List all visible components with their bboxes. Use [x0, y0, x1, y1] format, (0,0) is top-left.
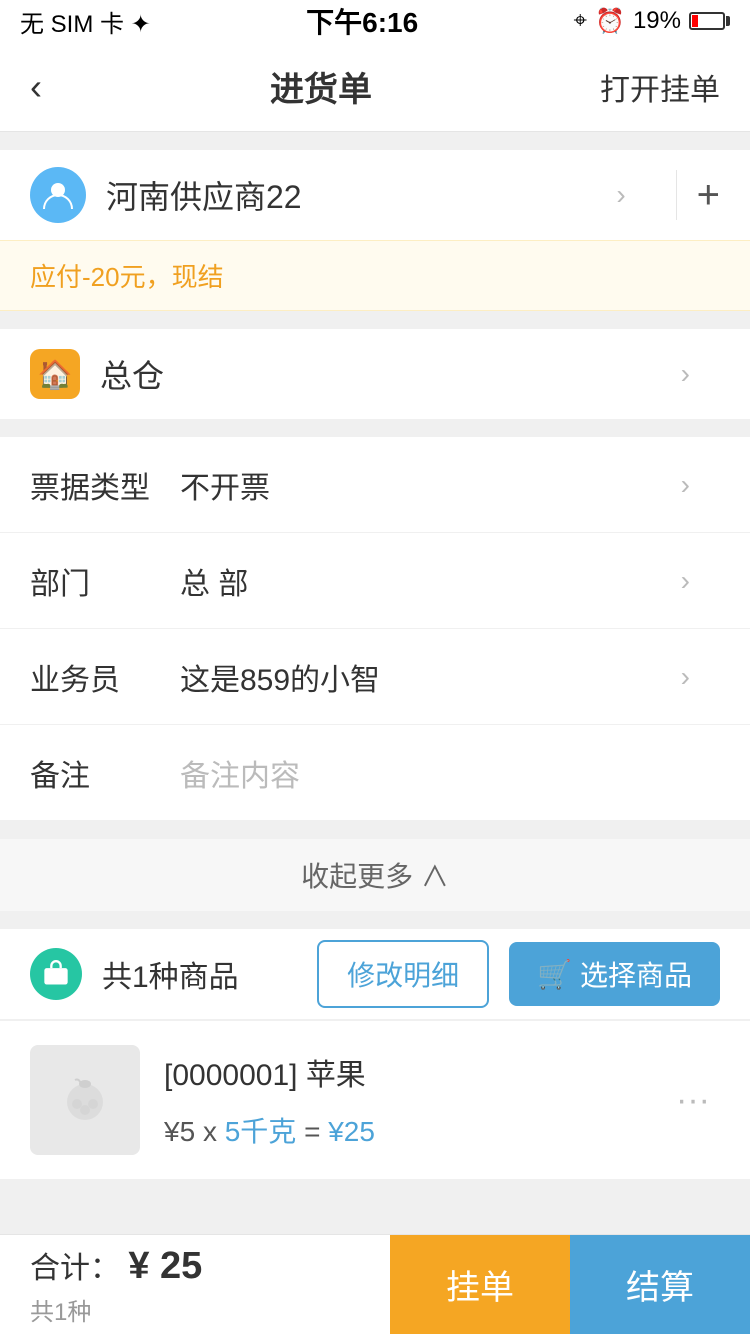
- status-bar: 无 SIM 卡 ✦ 下午6:16 ⌖ ⏰ 19%: [0, 0, 750, 42]
- total-amount: ¥ 25: [128, 1245, 202, 1287]
- hang-button[interactable]: 挂单: [390, 1235, 570, 1334]
- invoice-row[interactable]: 票据类型 不开票 ›: [0, 437, 750, 533]
- back-button[interactable]: ‹: [30, 66, 42, 108]
- battery-percent: 19%: [633, 7, 681, 35]
- sales-value: 这是859的小智: [170, 655, 681, 699]
- sales-row[interactable]: 业务员 这是859的小智 ›: [0, 629, 750, 725]
- product-name: [0000001] 苹果: [164, 1050, 666, 1094]
- dept-value: 总 部: [170, 559, 681, 603]
- supplier-tip: 应付-20元，现结: [0, 240, 750, 311]
- product-total: ¥25: [328, 1116, 375, 1147]
- main-content: 河南供应商22 › + 应付-20元，现结 🏠 总仓 › 票据类型 不开票 › …: [0, 150, 750, 1279]
- collapse-button[interactable]: 收起更多 ∧: [0, 839, 750, 911]
- invoice-label: 票据类型: [30, 463, 170, 507]
- product-title: 苹果: [306, 1059, 366, 1092]
- warehouse-name: 总仓: [100, 351, 681, 397]
- warehouse-icon: 🏠: [30, 349, 80, 399]
- remark-label: 备注: [30, 751, 170, 795]
- warehouse-chevron-icon: ›: [681, 358, 690, 390]
- invoice-value: 不开票: [170, 463, 681, 507]
- product-count-text: 共1种商品: [102, 952, 297, 996]
- product-thumbnail: [30, 1045, 140, 1155]
- remark-placeholder: 备注内容: [170, 751, 720, 795]
- checkout-button[interactable]: 结算: [570, 1235, 750, 1334]
- bottom-total: 合计： ¥ 25 共1种: [0, 1235, 390, 1334]
- product-qty: 5千克: [225, 1116, 297, 1147]
- product-price: ¥5: [164, 1116, 195, 1147]
- remark-row[interactable]: 备注 备注内容: [0, 725, 750, 821]
- sales-label: 业务员: [30, 655, 170, 699]
- product-price-line: ¥5 x 5千克 = ¥25: [164, 1110, 666, 1150]
- supplier-row[interactable]: 河南供应商22 › +: [0, 150, 750, 240]
- products-header: 共1种商品 修改明细 🛒 选择商品: [0, 929, 750, 1019]
- add-supplier-button[interactable]: +: [697, 173, 720, 218]
- total-sub: 共1种: [30, 1292, 360, 1327]
- dept-chevron-icon: ›: [681, 565, 690, 597]
- hang-label: 挂单: [446, 1260, 514, 1309]
- sales-chevron-icon: ›: [681, 661, 690, 693]
- product-multiply: x: [203, 1116, 225, 1147]
- product-equals: =: [304, 1116, 328, 1147]
- dept-label: 部门: [30, 559, 170, 603]
- cart-icon: 🛒: [537, 958, 572, 991]
- total-label: 合计：: [30, 1252, 120, 1285]
- supplier-section: 河南供应商22 › + 应付-20元，现结: [0, 150, 750, 311]
- collapse-label: 收起更多 ∧: [301, 855, 449, 895]
- total-main: 合计： ¥ 25: [30, 1243, 360, 1288]
- status-left: 无 SIM 卡 ✦: [20, 4, 151, 39]
- product-code: [0000001]: [164, 1059, 297, 1092]
- select-product-button[interactable]: 🛒 选择商品: [509, 942, 720, 1006]
- product-item: [0000001] 苹果 ¥5 x 5千克 = ¥25 ···: [0, 1021, 750, 1179]
- edit-detail-button[interactable]: 修改明细: [317, 940, 489, 1008]
- open-hang-button[interactable]: 打开挂单: [600, 65, 720, 109]
- status-time: 下午6:16: [306, 1, 418, 41]
- product-count-icon: [30, 948, 82, 1000]
- warehouse-row[interactable]: 🏠 总仓 ›: [0, 329, 750, 419]
- bottom-bar: 合计： ¥ 25 共1种 挂单 结算: [0, 1234, 750, 1334]
- product-info: [0000001] 苹果 ¥5 x 5千克 = ¥25: [164, 1050, 666, 1150]
- status-right: ⌖ ⏰ 19%: [574, 7, 730, 36]
- product-more-button[interactable]: ···: [666, 1071, 720, 1130]
- form-section: 票据类型 不开票 › 部门 总 部 › 业务员 这是859的小智 › 备注 备注…: [0, 437, 750, 821]
- select-product-label: 选择商品: [580, 954, 692, 994]
- sim-label: 无 SIM 卡 ✦: [20, 4, 151, 39]
- battery-icon: [689, 12, 730, 30]
- supplier-name: 河南供应商22: [106, 172, 616, 218]
- supplier-chevron-icon: ›: [616, 179, 625, 211]
- divider: [676, 170, 677, 220]
- supplier-avatar: [30, 167, 86, 223]
- page-title: 进货单: [270, 62, 372, 111]
- dept-row[interactable]: 部门 总 部 ›: [0, 533, 750, 629]
- location-icon: ⌖: [574, 7, 588, 35]
- nav-bar: ‹ 进货单 打开挂单: [0, 42, 750, 132]
- invoice-chevron-icon: ›: [681, 469, 690, 501]
- alarm-icon: ⏰: [595, 7, 625, 36]
- checkout-label: 结算: [626, 1260, 694, 1309]
